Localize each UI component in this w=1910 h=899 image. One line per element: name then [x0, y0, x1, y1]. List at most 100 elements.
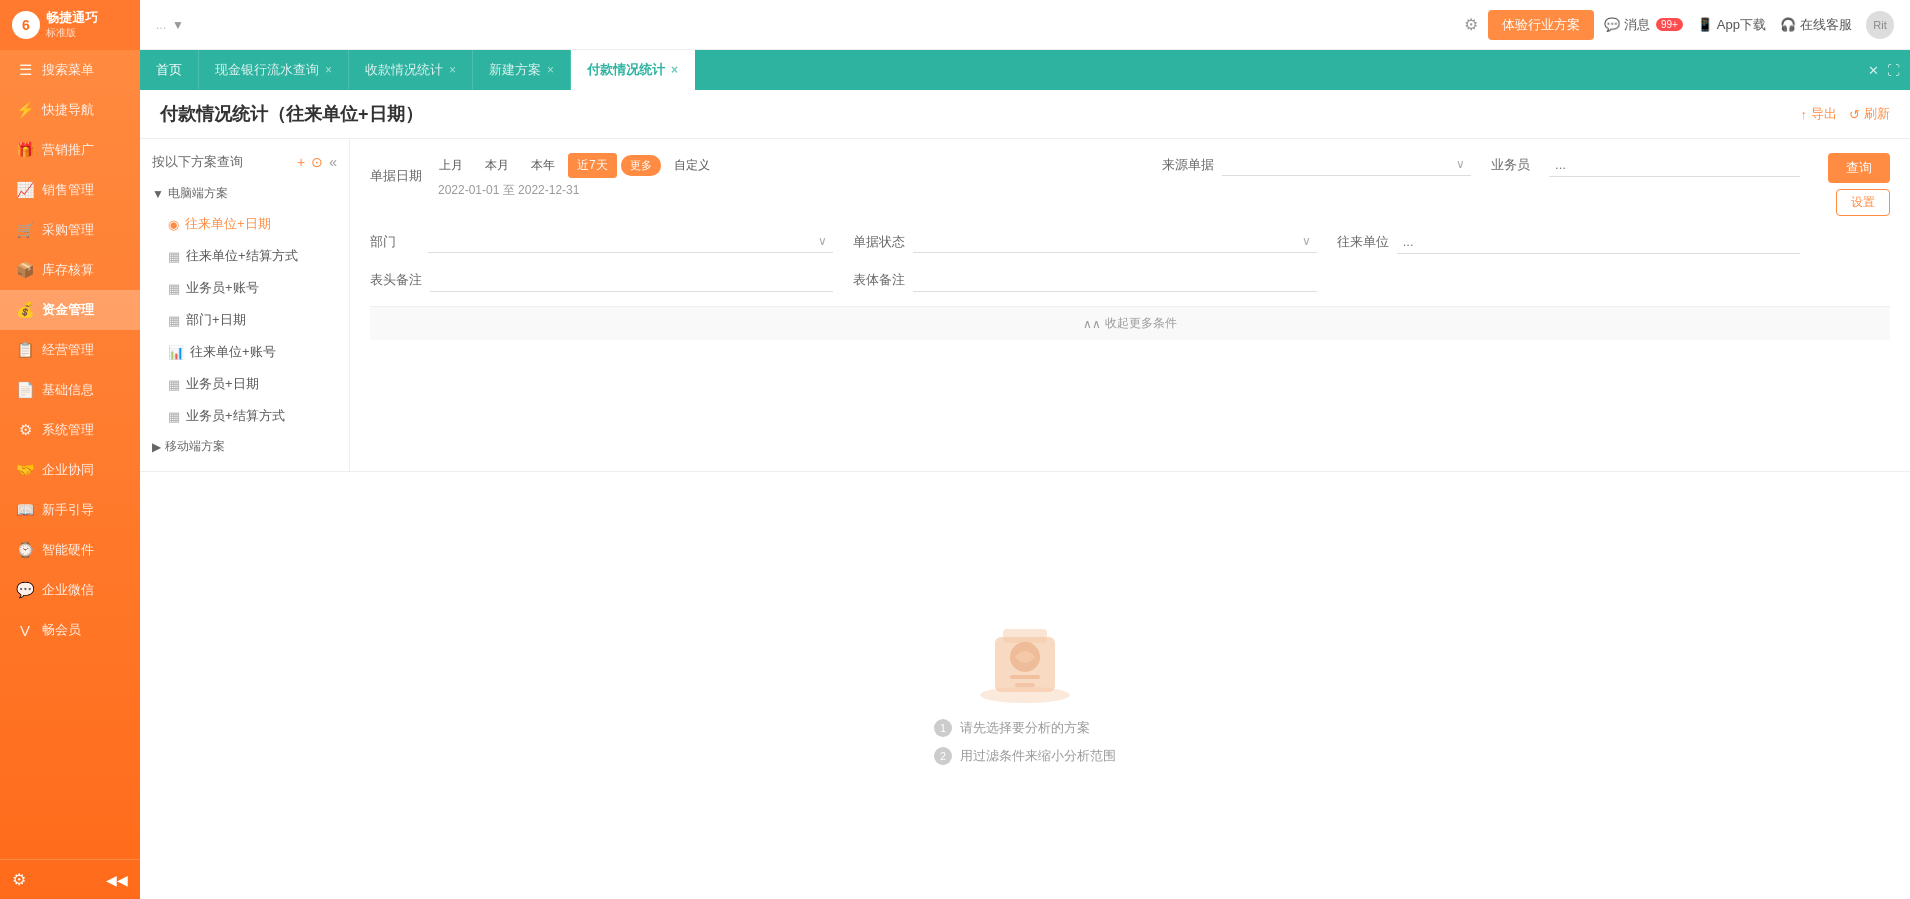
chevron-up-icon: ∧∧	[1083, 317, 1101, 331]
header-note-input[interactable]	[430, 268, 833, 292]
sales-icon: 📈	[16, 181, 34, 199]
voucher-status-select[interactable]: ∨	[913, 230, 1316, 253]
tab-payment-stats-close[interactable]: ×	[449, 63, 456, 77]
tabbar-right: ✕ ⛶	[1858, 50, 1910, 90]
main-content: ... ▼ ⚙ 体验行业方案 💬 消息 99+ 📱 App下载 🎧 在线客服 R…	[140, 0, 1910, 899]
scheme-item-staff-settle-icon: ▦	[168, 409, 180, 424]
partner-input[interactable]	[1397, 230, 1800, 254]
chevron-down-icon: ▼	[152, 187, 164, 201]
date-btn-custom[interactable]: 自定义	[665, 153, 719, 178]
close-all-icon[interactable]: ✕	[1868, 63, 1879, 78]
scheme-collapse-icon[interactable]: «	[329, 154, 337, 170]
scheme-item-partner-settle[interactable]: ▦ 往来单位+结算方式	[140, 240, 349, 272]
headset-icon: 🎧	[1780, 17, 1796, 32]
sidebar-item-operation[interactable]: 📋 经营管理	[0, 330, 140, 370]
scheme-item-dept-date[interactable]: ▦ 部门+日期	[140, 304, 349, 336]
date-btn-this-month[interactable]: 本月	[476, 153, 518, 178]
sidebar-item-hardware[interactable]: ⌚ 智能硬件	[0, 530, 140, 570]
sidebar-item-search-menu[interactable]: ☰ 搜索菜单	[0, 50, 140, 90]
date-btn-this-year[interactable]: 本年	[522, 153, 564, 178]
dropdown-icon[interactable]: ▼	[172, 18, 184, 32]
body-note-input[interactable]	[913, 268, 1316, 292]
notification-icon: 💬	[1604, 17, 1620, 32]
online-service-btn[interactable]: 🎧 在线客服	[1780, 16, 1852, 34]
industry-btn[interactable]: 体验行业方案	[1488, 10, 1594, 40]
page-header: 付款情况统计（往来单位+日期） ↑ 导出 ↺ 刷新	[140, 90, 1910, 139]
dept-select[interactable]: ∨	[428, 230, 833, 253]
search-menu-icon: ☰	[16, 61, 34, 79]
filter-row-1: 单据日期 上月 本月 本年 近7天 更多 自定义 2022-01-01 至 20…	[370, 153, 1890, 216]
tab-payment-stat[interactable]: 付款情况统计 ×	[571, 50, 695, 90]
scheme-item-staff-settle[interactable]: ▦ 业务员+结算方式	[140, 400, 349, 432]
sidebar-item-label: 快捷导航	[42, 101, 94, 119]
logo-text: 畅捷通巧	[46, 10, 98, 26]
date-btn-7days[interactable]: 近7天	[568, 153, 617, 178]
export-button[interactable]: ↑ 导出	[1801, 105, 1838, 123]
date-label: 单据日期	[370, 167, 422, 185]
sidebar-item-capital[interactable]: 💰 资金管理	[0, 290, 140, 330]
salesperson-input[interactable]	[1549, 153, 1800, 177]
query-button[interactable]: 查询	[1828, 153, 1890, 183]
sidebar-item-basic-info[interactable]: 📄 基础信息	[0, 370, 140, 410]
tab-new-scheme-close[interactable]: ×	[547, 63, 554, 77]
scheme-item-staff-date[interactable]: ▦ 业务员+日期	[140, 368, 349, 400]
sidebar-item-label: 资金管理	[42, 301, 94, 319]
sidebar-item-marketing[interactable]: 🎁 营销推广	[0, 130, 140, 170]
date-options: 上月 本月 本年 近7天 更多 自定义 2022-01-01 至 2022-12…	[430, 153, 1142, 199]
sidebar-footer: ⚙ ◀◀	[0, 859, 140, 899]
filter-source-field: 来源单据 ∨	[1162, 153, 1471, 176]
date-btn-last-month[interactable]: 上月	[430, 153, 472, 178]
collapse-more-btn[interactable]: ∧∧ 收起更多条件	[370, 306, 1890, 340]
tab-new-scheme[interactable]: 新建方案 ×	[473, 50, 571, 90]
source-select[interactable]: ∨	[1222, 153, 1471, 176]
voucher-chevron-icon: ∨	[1302, 234, 1311, 248]
scheme-actions: + ⊙ «	[297, 154, 337, 170]
notification-btn[interactable]: 💬 消息 99+	[1604, 16, 1683, 34]
sidebar-collapse-button[interactable]: ◀◀	[106, 872, 128, 888]
quick-nav-icon: ⚡	[16, 101, 34, 119]
sidebar-item-sales[interactable]: 📈 销售管理	[0, 170, 140, 210]
scheme-group-desktop[interactable]: ▼ 电脑端方案	[140, 179, 349, 208]
sidebar-item-label: 智能硬件	[42, 541, 94, 559]
expand-icon[interactable]: ⛶	[1887, 63, 1900, 78]
user-avatar[interactable]: Rit	[1866, 11, 1894, 39]
scheme-panel-header: 按以下方案查询 + ⊙ «	[140, 149, 349, 179]
sidebar-item-guide[interactable]: 📖 新手引导	[0, 490, 140, 530]
scheme-add-icon[interactable]: +	[297, 154, 305, 170]
sidebar-item-wechat[interactable]: 💬 企业微信	[0, 570, 140, 610]
sidebar-item-system[interactable]: ⚙ 系统管理	[0, 410, 140, 450]
refresh-button[interactable]: ↺ 刷新	[1849, 105, 1890, 123]
sidebar-item-purchase[interactable]: 🛒 采购管理	[0, 210, 140, 250]
export-icon: ↑	[1801, 107, 1808, 122]
sidebar-item-member[interactable]: V 畅会员	[0, 610, 140, 650]
svg-rect-5	[1015, 683, 1035, 687]
scheme-item-partner-date[interactable]: ◉ 往来单位+日期	[140, 208, 349, 240]
app-download-btn[interactable]: 📱 App下载	[1697, 16, 1766, 34]
tab-payment-stat-close[interactable]: ×	[671, 63, 678, 77]
page-header-actions: ↑ 导出 ↺ 刷新	[1801, 105, 1891, 123]
filter-actions: 查询 设置	[1820, 153, 1890, 216]
tab-payment-stats[interactable]: 收款情况统计 ×	[349, 50, 473, 90]
scheme-item-staff-account[interactable]: ▦ 业务员+账号	[140, 272, 349, 304]
sidebar-item-label: 营销推广	[42, 141, 94, 159]
tip-num-1: 1	[934, 719, 952, 737]
sidebar-item-enterprise[interactable]: 🤝 企业协同	[0, 450, 140, 490]
date-btn-more[interactable]: 更多	[621, 155, 661, 176]
topbar-gear-icon[interactable]: ⚙	[1464, 15, 1478, 34]
settings-button[interactable]: 设置	[1836, 189, 1890, 216]
tab-cash-flow-label: 现金银行流水查询	[215, 61, 319, 79]
sidebar-item-quick-nav[interactable]: ⚡ 快捷导航	[0, 90, 140, 130]
tab-cash-flow-close[interactable]: ×	[325, 63, 332, 77]
filter-partner-field: 往来单位	[1337, 230, 1800, 254]
tab-home[interactable]: 首页	[140, 50, 199, 90]
footer-settings-icon[interactable]: ⚙	[12, 870, 26, 889]
scheme-item-partner-account[interactable]: 📊 往来单位+账号	[140, 336, 349, 368]
tab-cash-flow[interactable]: 现金银行流水查询 ×	[199, 50, 349, 90]
sidebar-item-inventory[interactable]: 📦 库存核算	[0, 250, 140, 290]
tabbar: 首页 现金银行流水查询 × 收款情况统计 × 新建方案 × 付款情况统计 × ✕…	[140, 50, 1910, 90]
source-chevron-icon: ∨	[1456, 157, 1465, 171]
scheme-settings-icon[interactable]: ⊙	[311, 154, 323, 170]
scheme-group-mobile[interactable]: ▶ 移动端方案	[140, 432, 349, 461]
tip-text-1: 请先选择要分析的方案	[960, 719, 1090, 737]
sidebar-item-label: 畅会员	[42, 621, 81, 639]
